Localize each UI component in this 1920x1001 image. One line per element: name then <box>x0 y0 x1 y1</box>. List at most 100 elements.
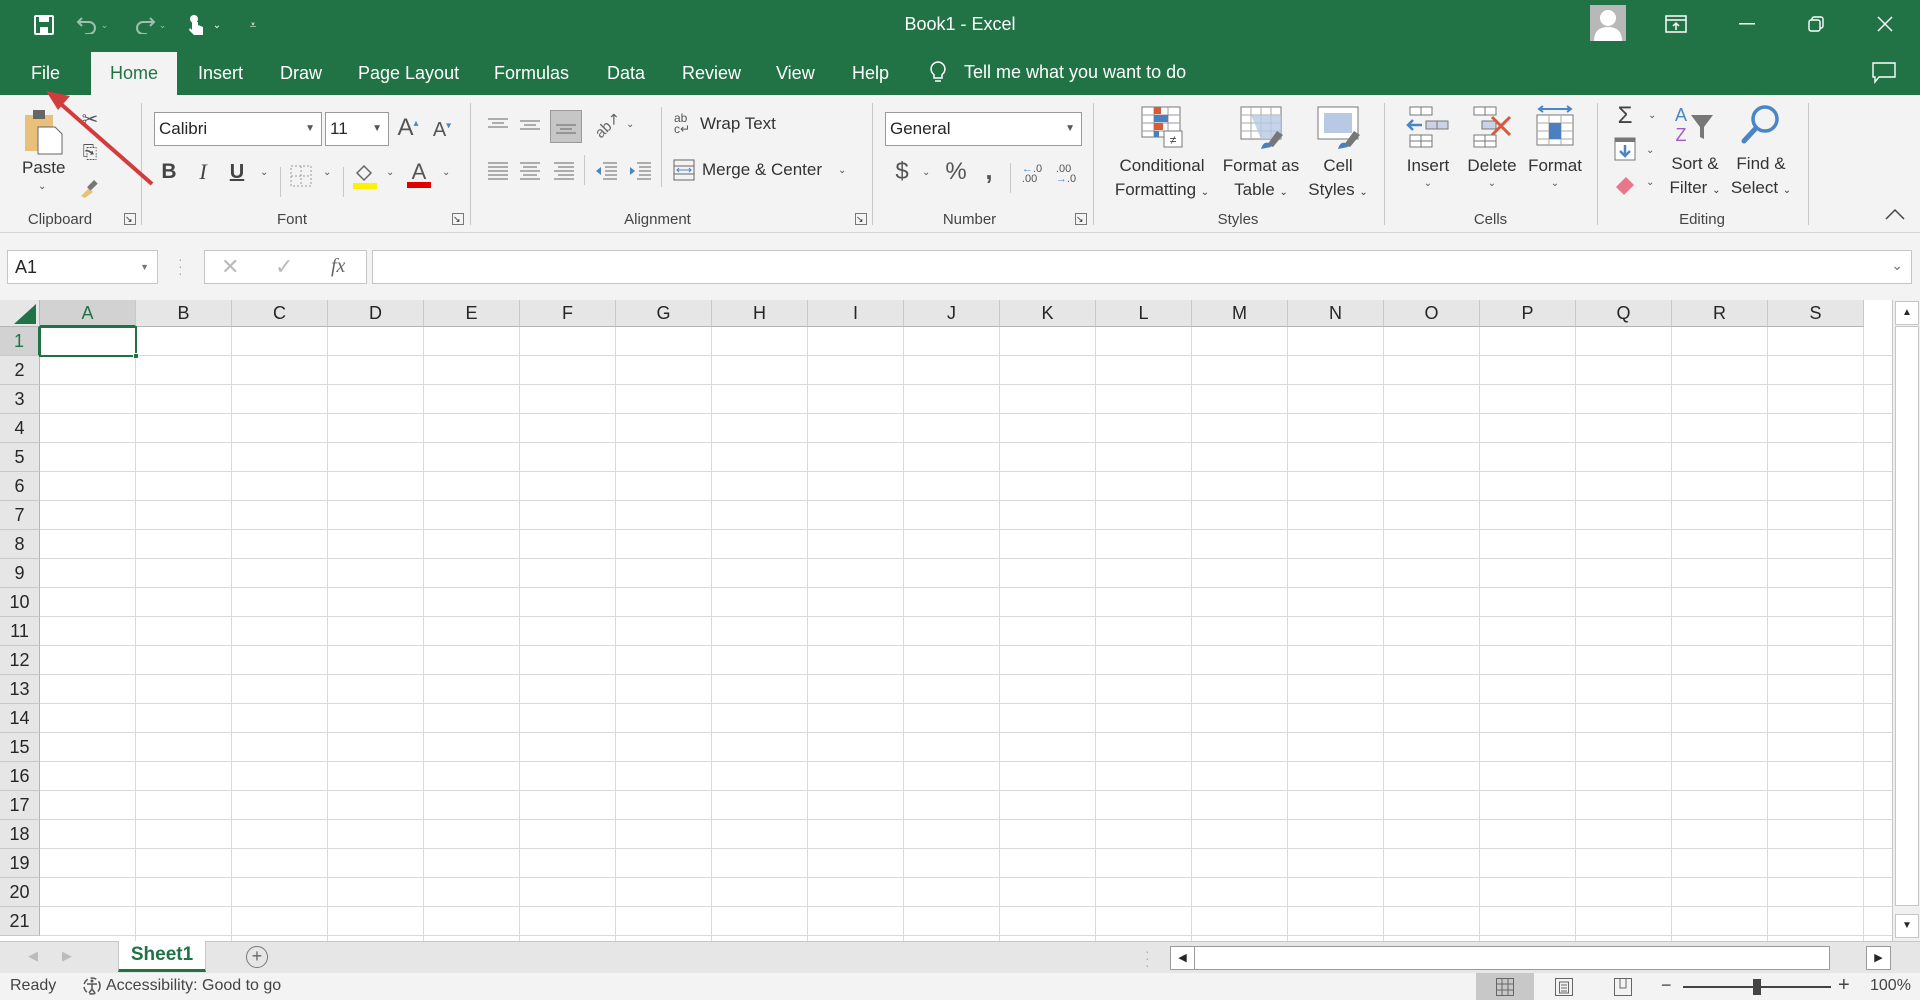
autosum-button[interactable]: Σ <box>1612 102 1638 129</box>
font-launcher[interactable]: ↘ <box>452 213 464 225</box>
tab-review[interactable]: Review <box>664 52 759 95</box>
fill-dropdown[interactable]: ⌄ <box>1646 145 1654 156</box>
tab-split-handle[interactable]: · · · <box>1145 944 1150 972</box>
clear-dropdown[interactable]: ⌄ <box>1646 177 1654 188</box>
fill-handle[interactable] <box>133 353 139 359</box>
column-header-a[interactable]: A <box>40 300 136 327</box>
paste-button[interactable] <box>22 107 66 157</box>
worksheet-grid[interactable]: ABCDEFGHIJKLMNOPQRS 1 2 3 4 5 6 7 8 9 10 11 12 13 14 1… <box>0 300 1892 941</box>
row-header-8[interactable]: 8 <box>0 530 40 559</box>
row-header-20[interactable]: 20 <box>0 878 40 907</box>
column-header-d[interactable]: D <box>328 300 424 327</box>
font-size-combo[interactable]: 11 ▼ <box>325 112 389 146</box>
column-header-b[interactable]: B <box>136 300 232 327</box>
merge-center-button[interactable]: Merge & Center ⌄ <box>673 159 846 181</box>
row-header-18[interactable]: 18 <box>0 820 40 849</box>
ribbon-display-options-button[interactable] <box>1646 6 1706 42</box>
scroll-left-button[interactable]: ◀ <box>1170 946 1195 970</box>
tell-me-search[interactable]: Tell me what you want to do <box>928 60 1186 84</box>
fill-color-dropdown[interactable]: ⌄ <box>386 167 394 178</box>
middle-align-button[interactable] <box>518 113 542 137</box>
cut-button[interactable]: ✂ <box>78 107 102 131</box>
format-cells-button[interactable]: Format ⌄ <box>1524 105 1586 189</box>
autosum-dropdown[interactable]: ⌄ <box>1648 110 1656 121</box>
prev-sheet-button[interactable]: ◀ <box>28 948 38 964</box>
row-header-1[interactable]: 1 <box>0 327 40 356</box>
active-cell-a1[interactable] <box>39 326 137 357</box>
fill-color-button[interactable] <box>352 161 378 189</box>
column-header-h[interactable]: H <box>712 300 808 327</box>
formula-bar-resize-handle[interactable]: · · · <box>178 252 183 280</box>
row-header-10[interactable]: 10 <box>0 588 40 617</box>
row-header-9[interactable]: 9 <box>0 559 40 588</box>
row-header-5[interactable]: 5 <box>0 443 40 472</box>
align-left-button[interactable] <box>486 159 510 183</box>
column-header-r[interactable]: R <box>1672 300 1768 327</box>
row-header-3[interactable]: 3 <box>0 385 40 414</box>
zoom-level[interactable]: 100% <box>1870 977 1911 995</box>
zoom-out-button[interactable]: − <box>1661 975 1672 996</box>
name-box[interactable]: A1 ▼ <box>7 250 158 284</box>
bottom-align-button[interactable] <box>550 110 582 143</box>
zoom-slider-thumb[interactable] <box>1753 979 1761 995</box>
cancel-entry-button[interactable]: ✕ <box>221 254 239 280</box>
row-header-19[interactable]: 19 <box>0 849 40 878</box>
orientation-button[interactable]: ab↗ <box>592 109 625 142</box>
clipboard-launcher[interactable]: ↘ <box>124 213 136 225</box>
row-header-7[interactable]: 7 <box>0 501 40 530</box>
next-sheet-button[interactable]: ▶ <box>62 948 72 964</box>
collapse-ribbon-button[interactable] <box>1885 207 1905 225</box>
column-header-c[interactable]: C <box>232 300 328 327</box>
insert-function-button[interactable]: fx <box>331 255 345 278</box>
column-header-j[interactable]: J <box>904 300 1000 327</box>
close-button[interactable] <box>1855 6 1915 42</box>
borders-dropdown[interactable]: ⌄ <box>323 167 331 178</box>
row-header-14[interactable]: 14 <box>0 704 40 733</box>
formula-input[interactable]: ⌄ <box>372 250 1912 284</box>
zoom-in-button[interactable]: + <box>1838 974 1850 997</box>
row-header-13[interactable]: 13 <box>0 675 40 704</box>
scroll-right-button[interactable]: ▶ <box>1866 946 1891 970</box>
column-header-q[interactable]: Q <box>1576 300 1672 327</box>
tab-formulas[interactable]: Formulas <box>476 52 587 95</box>
currency-dropdown[interactable]: ⌄ <box>922 167 930 178</box>
row-header-15[interactable]: 15 <box>0 733 40 762</box>
conditional-formatting-button[interactable]: ≠ Conditional Formatting ⌄ <box>1108 105 1216 205</box>
page-break-view-button[interactable] <box>1614 978 1632 1001</box>
copy-button[interactable]: ⎘ <box>78 140 102 164</box>
scroll-up-button[interactable]: ▲ <box>1895 301 1919 325</box>
column-header-m[interactable]: M <box>1192 300 1288 327</box>
row-header-21[interactable]: 21 <box>0 907 40 936</box>
column-header-l[interactable]: L <box>1096 300 1192 327</box>
increase-indent-button[interactable] <box>628 159 652 183</box>
number-launcher[interactable]: ↘ <box>1075 213 1087 225</box>
wrap-text-button[interactable]: ab c↵ Wrap Text <box>674 112 776 135</box>
vertical-scroll-thumb[interactable] <box>1895 326 1919 906</box>
align-right-button[interactable] <box>552 159 576 183</box>
column-header-e[interactable]: E <box>424 300 520 327</box>
fill-button[interactable] <box>1614 137 1636 161</box>
column-header-k[interactable]: K <box>1000 300 1096 327</box>
align-center-button[interactable] <box>518 159 542 183</box>
column-header-g[interactable]: G <box>616 300 712 327</box>
format-as-table-button[interactable]: Format as Table ⌄ <box>1218 105 1304 205</box>
row-header-4[interactable]: 4 <box>0 414 40 443</box>
column-header-f[interactable]: F <box>520 300 616 327</box>
tab-draw[interactable]: Draw <box>262 52 340 95</box>
increase-font-size-button[interactable]: A▴ <box>396 113 420 143</box>
top-align-button[interactable] <box>486 113 510 137</box>
underline-dropdown[interactable]: ⌄ <box>260 167 268 178</box>
row-header-11[interactable]: 11 <box>0 617 40 646</box>
column-header-o[interactable]: O <box>1384 300 1480 327</box>
select-all-button[interactable] <box>0 300 40 327</box>
merge-center-dropdown[interactable]: ⌄ <box>838 165 846 176</box>
tab-help[interactable]: Help <box>834 52 907 95</box>
currency-button[interactable]: $ <box>892 157 912 187</box>
row-header-12[interactable]: 12 <box>0 646 40 675</box>
minimize-button[interactable] <box>1717 6 1777 42</box>
tab-data[interactable]: Data <box>589 52 663 95</box>
scroll-down-button[interactable]: ▼ <box>1895 914 1919 938</box>
horizontal-scroll-thumb[interactable] <box>1194 946 1830 970</box>
bold-button[interactable]: B <box>158 157 180 187</box>
font-color-dropdown[interactable]: ⌄ <box>442 167 450 178</box>
